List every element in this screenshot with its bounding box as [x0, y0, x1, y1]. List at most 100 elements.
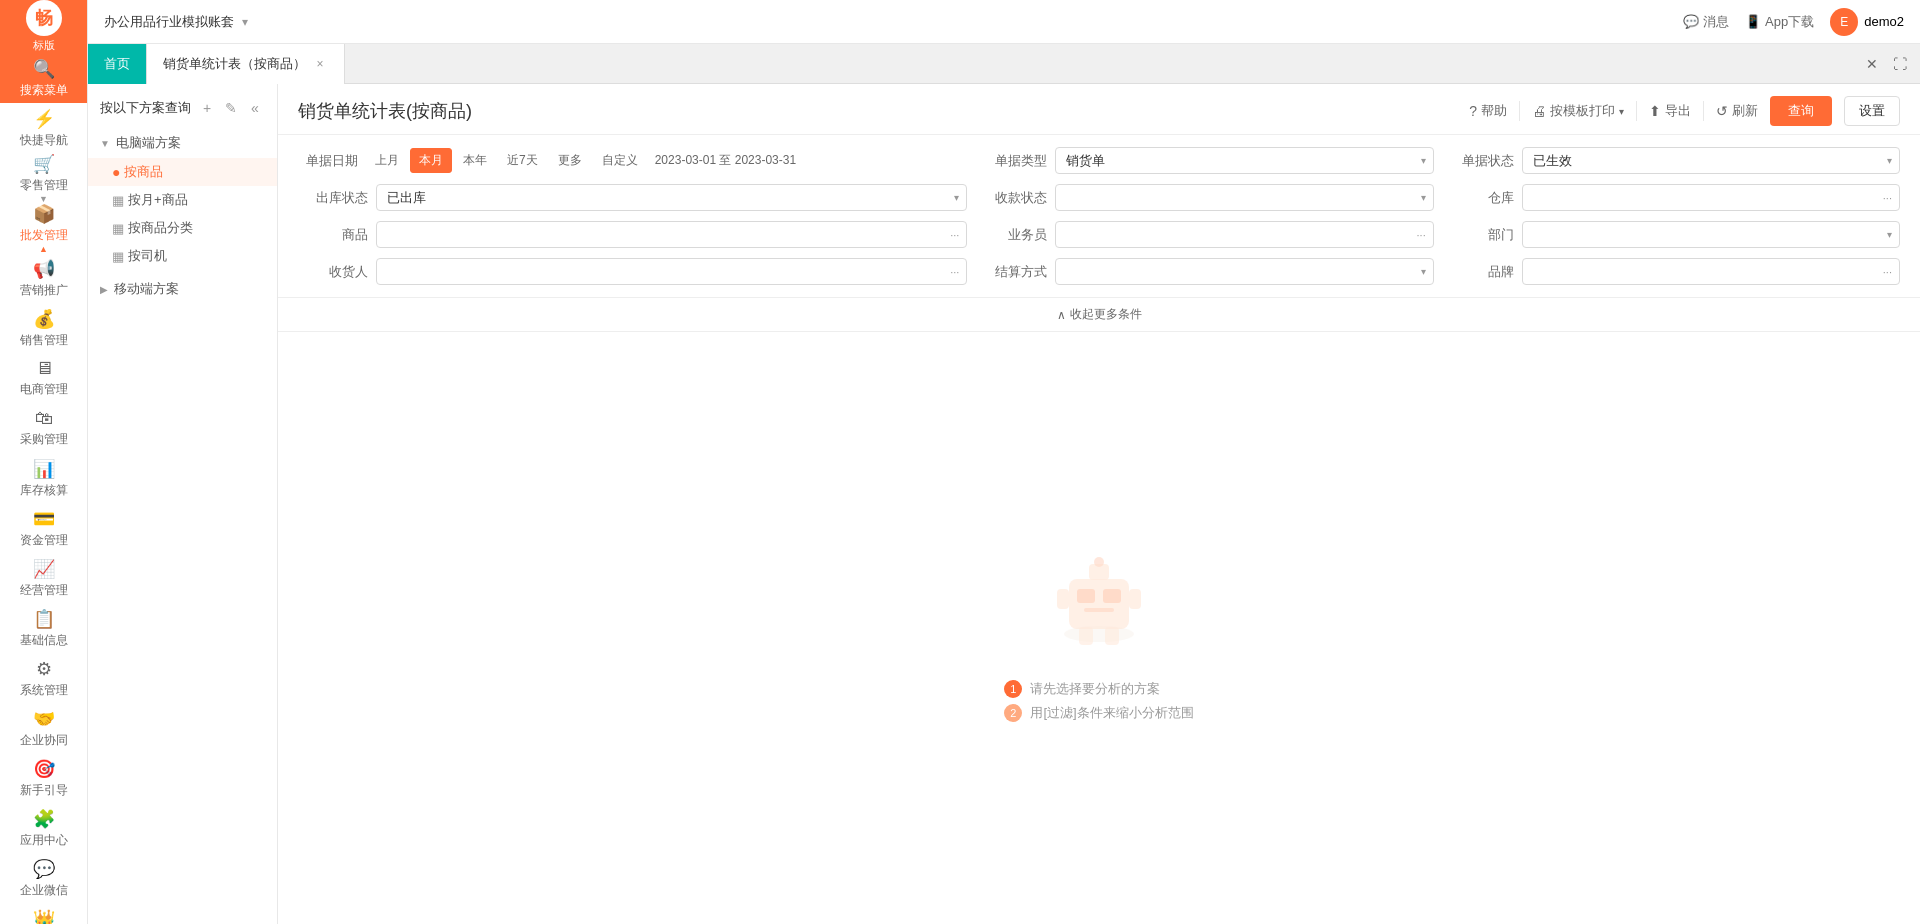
date-range-display: 2023-03-01 至 2023-03-31 [655, 152, 796, 169]
settlement-input[interactable] [1055, 258, 1433, 285]
sidebar-item-inventory[interactable]: 📊 库存核算 [0, 453, 87, 503]
payment-status-label: 收款状态 [987, 189, 1047, 207]
warehouse-select-wrap: ··· [1522, 184, 1900, 211]
warehouse-input[interactable] [1522, 184, 1900, 211]
sidebar-item-marketing[interactable]: 📢 营销推广 [0, 253, 87, 303]
stock-status-select-wrap: ▾ [376, 184, 967, 211]
brand-input[interactable] [1522, 258, 1900, 285]
tree-item-by-driver-label: 按司机 [128, 247, 167, 265]
left-panel-title: 按以下方案查询 [100, 99, 191, 117]
tree-item-by-goods[interactable]: ● 按商品 [88, 158, 277, 186]
print-button[interactable]: 🖨 按模板打印 ▾ [1532, 102, 1624, 120]
app-logo[interactable]: 畅 标版 [0, 0, 87, 53]
goods-label: 商品 [298, 226, 368, 244]
sidebar-item-appstore[interactable]: 🧩 应用中心 [0, 803, 87, 853]
tab-sales-stats[interactable]: 销货单统计表（按商品） × [147, 44, 345, 84]
basic-icon: 📋 [33, 608, 55, 630]
divider1 [1519, 101, 1520, 121]
sidebar-item-retail-label: 零售管理 [20, 177, 68, 194]
tree-item-by-category[interactable]: ▦ 按商品分类 [88, 214, 277, 242]
settings-button[interactable]: 设置 [1844, 96, 1900, 126]
collapse-panel-button[interactable]: « [245, 98, 265, 118]
svg-rect-6 [1129, 589, 1141, 609]
bill-type-select-wrap: ▾ [1055, 147, 1433, 174]
empty-svg [1039, 534, 1159, 654]
tree-item-by-goods-label: 按商品 [124, 163, 163, 181]
salesperson-input[interactable] [1055, 221, 1433, 248]
date-tab-this-year[interactable]: 本年 [454, 148, 496, 173]
tree-section: ▼ 电脑端方案 ● 按商品 ▦ 按月+商品 ▦ 按商品分类 ▦ 按司 [88, 128, 277, 304]
sidebar-item-ecommerce[interactable]: 🖥 电商管理 [0, 353, 87, 403]
sidebar-item-finance[interactable]: 💳 资金管理 [0, 503, 87, 553]
date-tab-custom[interactable]: 自定义 [593, 148, 647, 173]
sidebar-item-search[interactable]: 🔍 搜索菜单 [0, 53, 87, 103]
sidebar-item-retail[interactable]: 🛒 零售管理 ▼ [0, 153, 87, 203]
tree-section-mobile[interactable]: ▶ 移动端方案 [88, 274, 277, 304]
app-download-button[interactable]: 📱 App下载 [1745, 13, 1814, 31]
ecommerce-icon: 🖥 [35, 358, 53, 379]
settlement-label: 结算方式 [987, 263, 1047, 281]
download-icon: 📱 [1745, 14, 1761, 29]
page-header: 销货单统计表(按商品) ? 帮助 🖨 按模板打印 ▾ ⬆ [278, 84, 1920, 135]
receiver-select-wrap: ··· [376, 258, 967, 285]
sidebar-item-member[interactable]: 👑 畅会员 [0, 903, 87, 924]
department-input[interactable] [1522, 221, 1900, 248]
filter-field-settlement: 结算方式 ▾ [987, 258, 1433, 285]
tab-close-button[interactable]: × [312, 56, 328, 72]
edit-scheme-button[interactable]: ✎ [221, 98, 241, 118]
stock-status-label: 出库状态 [298, 189, 368, 207]
filter-field-payment-status: 收款状态 ▾ [987, 184, 1433, 211]
help-button[interactable]: ? 帮助 [1469, 102, 1507, 120]
goods-select-wrap: ··· [376, 221, 967, 248]
query-button[interactable]: 查询 [1770, 96, 1832, 126]
goods-input[interactable] [376, 221, 967, 248]
sidebar-item-quick[interactable]: ⚡ 快捷导航 [0, 103, 87, 153]
sidebar-item-purchase[interactable]: 🛍 采购管理 [0, 403, 87, 453]
sidebar-item-basic[interactable]: 📋 基础信息 [0, 603, 87, 653]
sidebar-item-operations[interactable]: 📈 经营管理 [0, 553, 87, 603]
topbar-dropdown-icon[interactable]: ▾ [242, 15, 248, 29]
enterprise-icon: 🤝 [33, 708, 55, 730]
sidebar-item-system-label: 系统管理 [20, 682, 68, 699]
tabs-actions: ✕ ⛶ [1860, 52, 1920, 76]
tree-item-by-driver[interactable]: ▦ 按司机 [88, 242, 277, 270]
refresh-button[interactable]: ↺ 刷新 [1716, 102, 1758, 120]
content: 按以下方案查询 + ✎ « ▼ 电脑端方案 ● 按商品 ▦ [88, 84, 1920, 924]
bill-status-input[interactable] [1522, 147, 1900, 174]
filter-field-salesperson: 业务员 ··· [987, 221, 1433, 248]
sidebar-item-sales[interactable]: 💰 销售管理 [0, 303, 87, 353]
tab-close-window-button[interactable]: ✕ [1860, 52, 1884, 76]
left-panel: 按以下方案查询 + ✎ « ▼ 电脑端方案 ● 按商品 ▦ [88, 84, 278, 924]
help-label: 帮助 [1481, 102, 1507, 120]
receiver-input[interactable] [376, 258, 967, 285]
svg-rect-10 [1105, 627, 1119, 645]
sidebar-item-guide[interactable]: 🎯 新手引导 [0, 753, 87, 803]
bill-type-input[interactable] [1055, 147, 1433, 174]
message-button[interactable]: 💬 消息 [1683, 13, 1729, 31]
svg-rect-9 [1079, 627, 1093, 645]
warehouse-dots-icon: ··· [1883, 192, 1892, 204]
collapse-bar[interactable]: ∧ 收起更多条件 [278, 298, 1920, 332]
date-tab-7days[interactable]: 近7天 [498, 148, 547, 173]
date-tab-last-month[interactable]: 上月 [366, 148, 408, 173]
sidebar-item-enterprise[interactable]: 🤝 企业协同 [0, 703, 87, 753]
user-profile[interactable]: E demo2 [1830, 8, 1904, 36]
date-tab-this-month[interactable]: 本月 [410, 148, 452, 173]
tab-maximize-button[interactable]: ⛶ [1888, 52, 1912, 76]
date-tab-more[interactable]: 更多 [549, 148, 591, 173]
sidebar-item-system[interactable]: ⚙ 系统管理 [0, 653, 87, 703]
tab-home[interactable]: 首页 [88, 44, 147, 84]
payment-status-input[interactable] [1055, 184, 1433, 211]
export-button[interactable]: ⬆ 导出 [1649, 102, 1691, 120]
quick-icon: ⚡ [33, 108, 55, 130]
sidebar-item-wechat[interactable]: 💬 企业微信 [0, 853, 87, 903]
sidebar-item-wholesale[interactable]: 📦 批发管理 ▲ [0, 203, 87, 253]
filter-field-brand: 品牌 ··· [1454, 258, 1900, 285]
tree-item-by-month-goods[interactable]: ▦ 按月+商品 [88, 186, 277, 214]
tree-section-desktop[interactable]: ▼ 电脑端方案 [88, 128, 277, 158]
add-scheme-button[interactable]: + [197, 98, 217, 118]
sidebar-item-finance-label: 资金管理 [20, 532, 68, 549]
stock-status-input[interactable] [376, 184, 967, 211]
filter-row-4: 收货人 ··· 结算方式 ▾ [298, 258, 1900, 285]
date-group: 上月 本月 本年 近7天 更多 自定义 2023-03-01 至 2023-03… [366, 148, 967, 173]
